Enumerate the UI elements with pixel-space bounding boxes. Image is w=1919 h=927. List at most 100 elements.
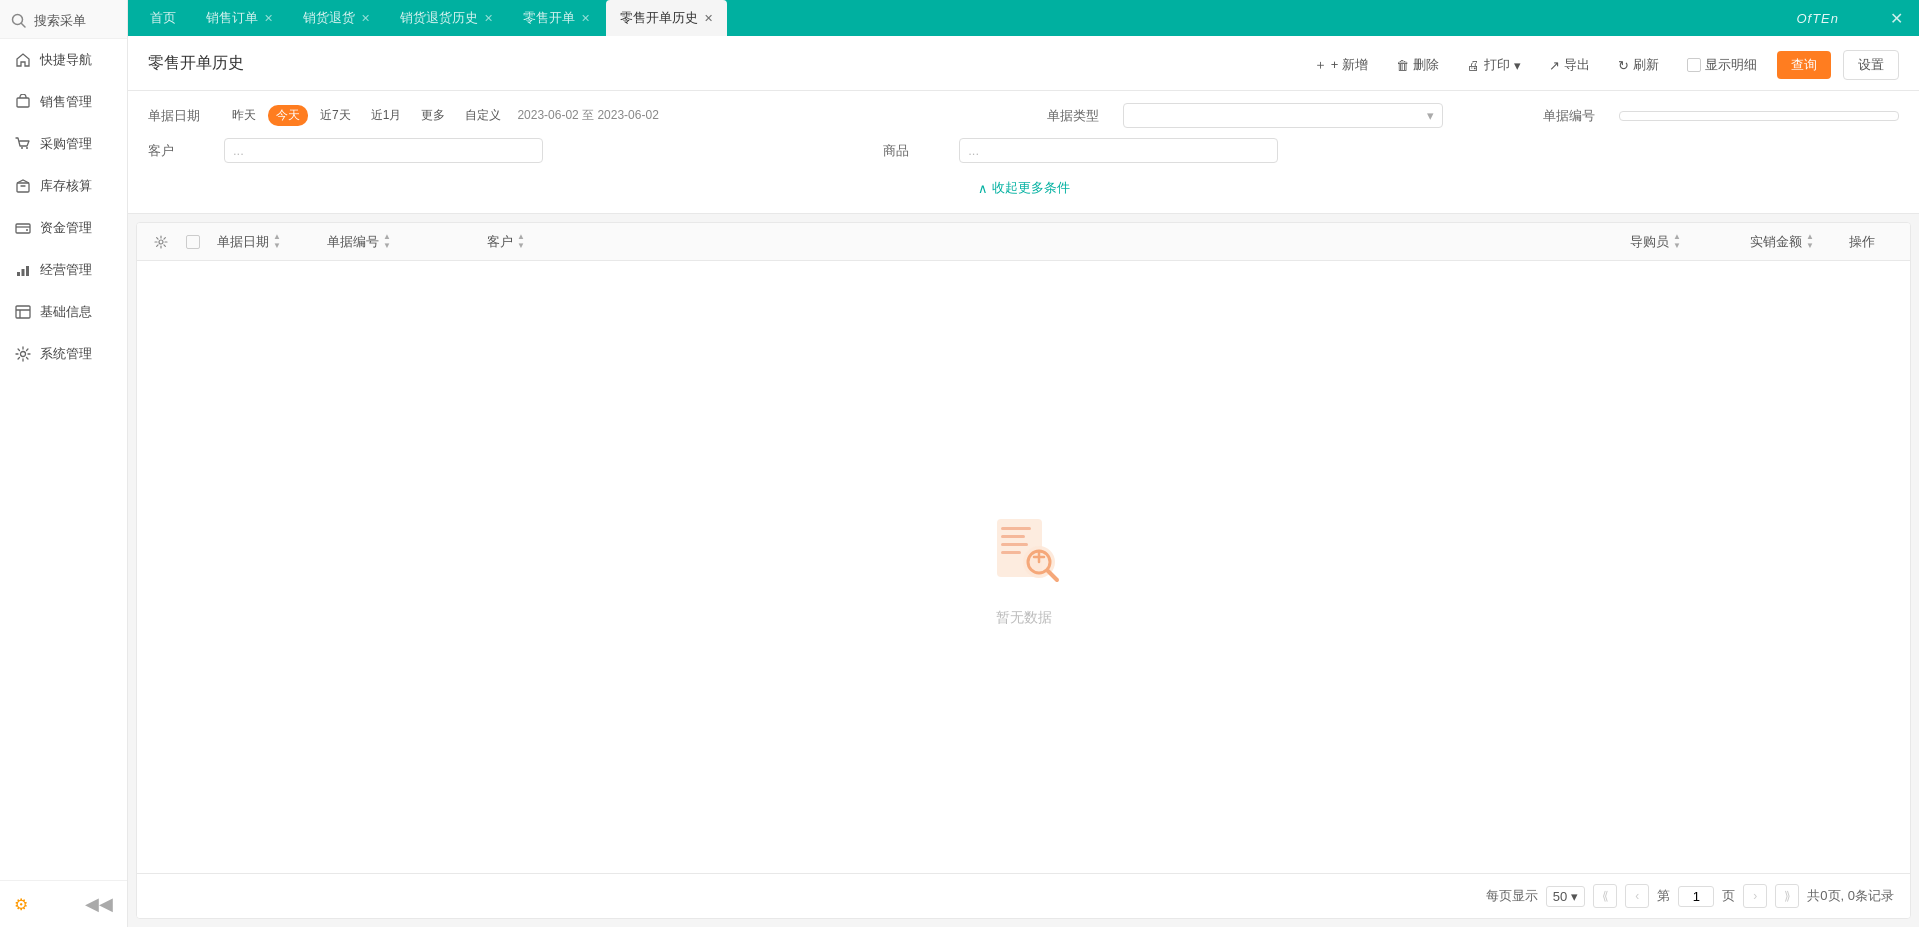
tab-retail-open-close[interactable]: ✕ bbox=[581, 12, 590, 25]
select-all-box[interactable] bbox=[186, 235, 200, 249]
search-icon bbox=[10, 12, 28, 30]
tab-retail-open-history[interactable]: 零售开单历史 ✕ bbox=[606, 0, 727, 36]
sidebar-item-quick-nav[interactable]: 快捷导航 bbox=[0, 39, 127, 81]
tab-retail-open-history-label: 零售开单历史 bbox=[620, 9, 698, 27]
tab-sales-return-label: 销货退货 bbox=[303, 9, 355, 27]
th-guide[interactable]: 导购员 ▲ ▼ bbox=[1622, 233, 1722, 251]
display-detail-button[interactable]: 显示明细 bbox=[1679, 52, 1765, 78]
th-client[interactable]: 客户 ▲ ▼ bbox=[479, 233, 1622, 251]
svg-point-13 bbox=[159, 240, 163, 244]
tab-sales-order[interactable]: 销售订单 ✕ bbox=[192, 0, 287, 36]
sidebar-search-label: 搜索采单 bbox=[34, 12, 86, 30]
table-icon bbox=[14, 303, 32, 321]
display-detail-label: 显示明细 bbox=[1705, 56, 1757, 74]
tab-retail-open-history-close[interactable]: ✕ bbox=[704, 12, 713, 25]
svg-rect-11 bbox=[16, 306, 30, 318]
date-btn-custom[interactable]: 自定义 bbox=[457, 105, 509, 126]
th-amount[interactable]: 实销金额 ▲ ▼ bbox=[1722, 233, 1822, 251]
pagination: 每页显示 50 ▾ ⟪ ‹ 第 页 › ⟫ 共0页, 0条记录 bbox=[137, 873, 1910, 918]
collapse-label: 收起更多条件 bbox=[992, 179, 1070, 197]
doc-type-arrow: ▾ bbox=[1427, 108, 1434, 123]
settings-bottom-icon[interactable]: ⚙ bbox=[14, 895, 28, 914]
collapse-sidebar-icon[interactable]: ◀◀ bbox=[85, 893, 113, 915]
tab-sales-order-label: 销售订单 bbox=[206, 9, 258, 27]
sidebar-item-base-info[interactable]: 基础信息 bbox=[0, 291, 127, 333]
svg-point-3 bbox=[21, 147, 23, 149]
date-btn-today[interactable]: 今天 bbox=[268, 105, 308, 126]
tab-home[interactable]: 首页 bbox=[136, 0, 190, 36]
sidebar-item-finance[interactable]: 资金管理 bbox=[0, 207, 127, 249]
collapse-row: ∧ 收起更多条件 bbox=[148, 173, 1899, 207]
add-icon: ＋ bbox=[1314, 56, 1327, 74]
box-icon bbox=[14, 177, 32, 195]
tab-sales-return-close[interactable]: ✕ bbox=[361, 12, 370, 25]
customer-input[interactable]: ... bbox=[224, 138, 543, 163]
export-button[interactable]: ↗ 导出 bbox=[1541, 52, 1598, 78]
goods-placeholder: ... bbox=[968, 143, 979, 158]
window-close-button[interactable]: ✕ bbox=[1890, 9, 1903, 28]
page-first-button[interactable]: ⟪ bbox=[1593, 884, 1617, 908]
tab-sales-return-history[interactable]: 销货退货历史 ✕ bbox=[386, 0, 507, 36]
content-area: 零售开单历史 ＋ + 新增 🗑 删除 🖨 打印 ▾ ↗ 导出 bbox=[128, 36, 1919, 927]
page-last-button[interactable]: ⟫ bbox=[1775, 884, 1799, 908]
refresh-button[interactable]: ↻ 刷新 bbox=[1610, 52, 1667, 78]
th-number[interactable]: 单据编号 ▲ ▼ bbox=[319, 233, 479, 251]
date-range-display: 2023-06-02 至 2023-06-02 bbox=[517, 107, 658, 124]
refresh-label: 刷新 bbox=[1633, 56, 1659, 74]
sidebar-item-purchase-mgmt[interactable]: 采购管理 bbox=[0, 123, 127, 165]
svg-rect-6 bbox=[16, 224, 30, 233]
query-button[interactable]: 查询 bbox=[1777, 51, 1831, 79]
goods-input[interactable]: ... bbox=[959, 138, 1278, 163]
page-prev-button[interactable]: ‹ bbox=[1625, 884, 1649, 908]
date-btn-more[interactable]: 更多 bbox=[413, 105, 453, 126]
th-client-sort: ▲ ▼ bbox=[517, 233, 525, 250]
goods-filter-label: 商品 bbox=[883, 142, 939, 160]
page-number-input[interactable] bbox=[1678, 886, 1714, 907]
th-guide-sort: ▲ ▼ bbox=[1673, 233, 1681, 250]
svg-line-21 bbox=[1048, 571, 1057, 580]
date-btn-7days[interactable]: 近7天 bbox=[312, 105, 359, 126]
tab-retail-open[interactable]: 零售开单 ✕ bbox=[509, 0, 604, 36]
th-action-label: 操作 bbox=[1849, 233, 1875, 251]
print-button[interactable]: 🖨 打印 ▾ bbox=[1459, 52, 1529, 78]
sidebar-label-sys-mgmt: 系统管理 bbox=[40, 345, 92, 363]
page-label-pre: 第 bbox=[1657, 887, 1670, 905]
sidebar-item-operation[interactable]: 经营管理 bbox=[0, 249, 127, 291]
display-detail-checkbox[interactable] bbox=[1687, 58, 1701, 72]
add-button[interactable]: ＋ + 新增 bbox=[1306, 52, 1376, 78]
filter-row-2: 客户 ... 商品 ... bbox=[148, 138, 1899, 163]
delete-button[interactable]: 🗑 删除 bbox=[1388, 52, 1447, 78]
th-action: 操作 bbox=[1822, 233, 1902, 251]
tab-sales-return-history-label: 销货退货历史 bbox=[400, 9, 478, 27]
sidebar-label-operation: 经营管理 bbox=[40, 261, 92, 279]
svg-line-1 bbox=[22, 24, 26, 28]
doc-num-input[interactable] bbox=[1619, 111, 1899, 121]
sidebar-item-sys-mgmt[interactable]: 系统管理 bbox=[0, 333, 127, 375]
sidebar-item-sales-mgmt[interactable]: 销售管理 bbox=[0, 81, 127, 123]
svg-point-7 bbox=[26, 229, 28, 231]
page-size-select[interactable]: 50 ▾ bbox=[1546, 886, 1585, 907]
customer-filter-label: 客户 bbox=[148, 142, 204, 160]
svg-rect-5 bbox=[17, 183, 29, 192]
delete-icon: 🗑 bbox=[1396, 58, 1409, 73]
settings-button[interactable]: 设置 bbox=[1843, 50, 1899, 80]
tab-sales-return-history-close[interactable]: ✕ bbox=[484, 12, 493, 25]
svg-point-12 bbox=[21, 352, 26, 357]
page-next-button[interactable]: › bbox=[1743, 884, 1767, 908]
th-date[interactable]: 单据日期 ▲ ▼ bbox=[209, 233, 319, 251]
tab-sales-return[interactable]: 销货退货 ✕ bbox=[289, 0, 384, 36]
doc-type-select[interactable]: ▾ bbox=[1123, 103, 1443, 128]
tab-sales-order-close[interactable]: ✕ bbox=[264, 12, 273, 25]
date-btn-1month[interactable]: 近1月 bbox=[363, 105, 410, 126]
collapse-button[interactable]: ∧ 收起更多条件 bbox=[970, 175, 1078, 201]
sidebar-item-inventory[interactable]: 库存核算 bbox=[0, 165, 127, 207]
empty-illustration bbox=[979, 507, 1069, 597]
table-select-all-checkbox[interactable] bbox=[177, 235, 209, 249]
sidebar-search[interactable]: 搜索采单 bbox=[0, 0, 127, 39]
svg-rect-8 bbox=[17, 272, 20, 276]
top-nav-right: ✕ bbox=[1890, 9, 1911, 28]
table-settings-button[interactable] bbox=[145, 235, 177, 249]
date-btn-yesterday[interactable]: 昨天 bbox=[224, 105, 264, 126]
print-arrow: ▾ bbox=[1514, 58, 1521, 73]
settings-label: 设置 bbox=[1858, 56, 1884, 74]
